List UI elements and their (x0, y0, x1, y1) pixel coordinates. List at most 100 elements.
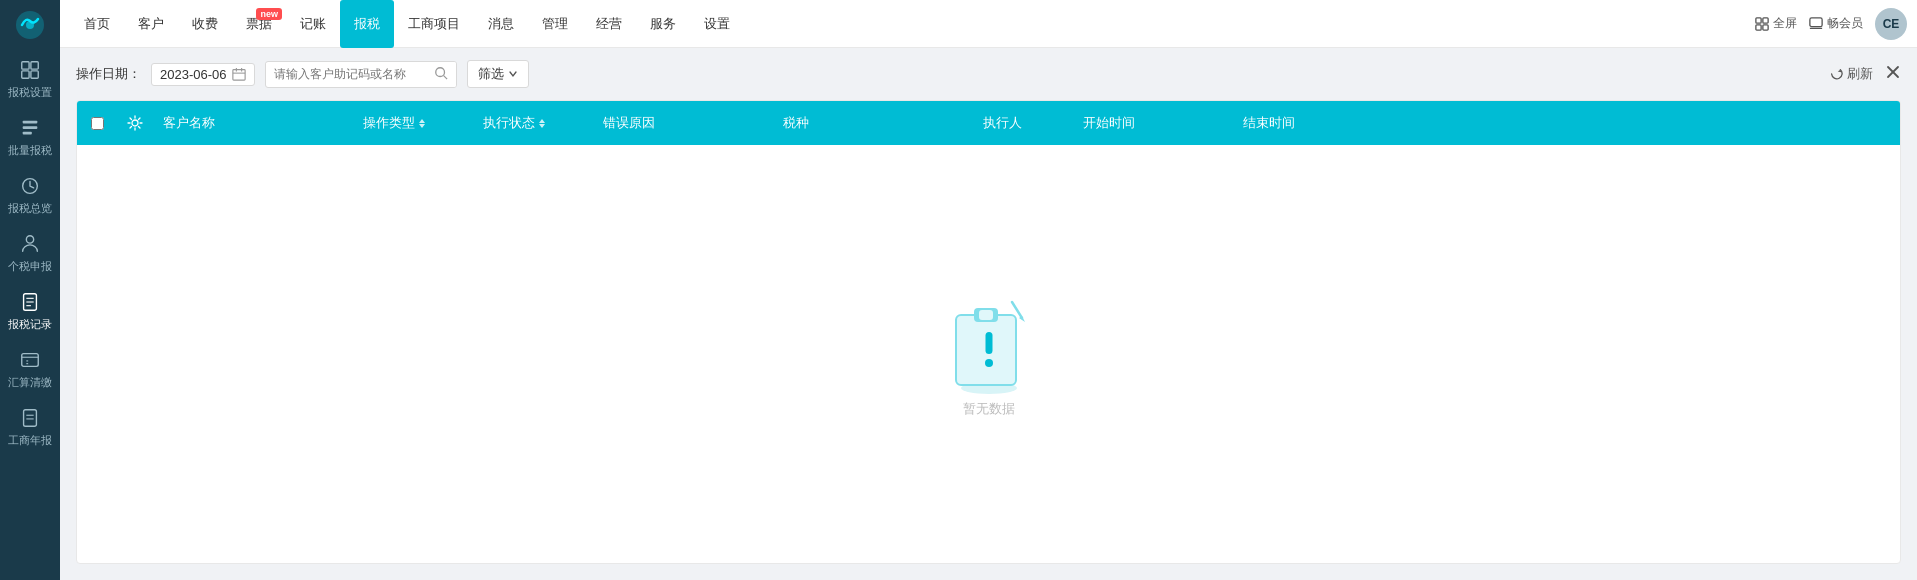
calendar-icon (232, 67, 246, 81)
filter-button[interactable]: 筛选 (467, 60, 529, 88)
svg-rect-8 (23, 132, 32, 135)
svg-rect-6 (23, 121, 38, 124)
topnav: 首页 客户 收费 票据 new 记账 报税 工商项目 消息 (60, 0, 1917, 48)
svg-point-1 (26, 21, 34, 29)
svg-rect-15 (22, 354, 39, 367)
user-avatar[interactable]: CE (1875, 8, 1907, 40)
empty-text: 暂无数据 (963, 400, 1015, 418)
svg-rect-22 (1756, 17, 1761, 22)
new-badge: new (256, 8, 282, 20)
table-header: 客户名称 操作类型 执行状态 错误原因 税种 执行人 (77, 101, 1900, 145)
search-button[interactable] (426, 62, 456, 87)
nav-message[interactable]: 消息 (474, 0, 528, 48)
empty-state: 暂无数据 (77, 145, 1900, 563)
settlement-icon (16, 348, 44, 372)
logo[interactable] (0, 0, 60, 50)
sidebar-item-personal-tax[interactable]: 个税申报 (0, 224, 60, 282)
nav-customer[interactable]: 客户 (124, 0, 178, 48)
tax-record-icon (16, 290, 44, 314)
filter-label: 筛选 (478, 65, 504, 83)
table-container: 客户名称 操作类型 执行状态 错误原因 税种 执行人 (76, 100, 1901, 564)
svg-rect-3 (31, 62, 38, 69)
annual-report-icon (16, 406, 44, 430)
svg-rect-25 (1763, 24, 1768, 29)
sidebar-item-batch-tax[interactable]: 批量报税 (0, 108, 60, 166)
nav-bookkeeping[interactable]: 记账 (286, 0, 340, 48)
th-end-time: 结束时间 (1233, 114, 1373, 132)
search-input[interactable] (266, 63, 426, 85)
th-gear[interactable] (117, 115, 153, 131)
refresh-button[interactable]: 刷新 (1829, 65, 1873, 83)
sidebar-item-tax-overview[interactable]: 报税总览 (0, 166, 60, 224)
nav-manage[interactable]: 管理 (528, 0, 582, 48)
sidebar-item-annual-report[interactable]: 工商年报 (0, 398, 60, 456)
user-initials: CE (1883, 17, 1900, 31)
nav-operation[interactable]: 经营 (582, 0, 636, 48)
svg-line-33 (443, 75, 447, 79)
svg-rect-40 (979, 310, 993, 320)
tax-settings-icon (16, 58, 44, 82)
sidebar-item-tax-record[interactable]: 报税记录 (0, 282, 60, 340)
chevron-down-icon (508, 69, 518, 79)
empty-illustration (934, 290, 1044, 400)
sidebar-label-tax-record: 报税记录 (8, 317, 52, 332)
th-customer-name: 客户名称 (153, 114, 353, 132)
svg-rect-24 (1756, 24, 1761, 29)
select-all-checkbox[interactable] (91, 117, 104, 130)
nav-service[interactable]: 服务 (636, 0, 690, 48)
sidebar-label-tax-overview: 报税总览 (8, 201, 52, 216)
search-icon (434, 66, 448, 80)
th-error-reason: 错误原因 (593, 114, 773, 132)
th-start-time: 开始时间 (1073, 114, 1233, 132)
nav-home[interactable]: 首页 (70, 0, 124, 48)
member-icon (1809, 17, 1823, 31)
nav-settings[interactable]: 设置 (690, 0, 744, 48)
svg-point-10 (26, 236, 33, 243)
svg-rect-7 (23, 126, 38, 129)
search-box (265, 61, 457, 88)
svg-point-36 (132, 120, 138, 126)
batch-tax-icon (16, 116, 44, 140)
sidebar: 报税设置 批量报税 报税总览 个税申报 (0, 0, 60, 580)
date-picker[interactable]: 2023-06-06 (151, 63, 255, 86)
sidebar-label-personal-tax: 个税申报 (8, 259, 52, 274)
svg-point-32 (435, 67, 444, 76)
svg-rect-41 (985, 332, 992, 354)
nav-items: 首页 客户 收费 票据 new 记账 报税 工商项目 消息 (70, 0, 1755, 48)
table-body: 暂无数据 (77, 145, 1900, 563)
member-button[interactable]: 畅会员 (1809, 15, 1863, 32)
sidebar-label-annual-report: 工商年报 (8, 433, 52, 448)
close-button[interactable] (1885, 64, 1901, 84)
th-operation-type[interactable]: 操作类型 (353, 114, 473, 132)
sidebar-label-tax-settings: 报税设置 (8, 85, 52, 100)
tax-overview-icon (16, 174, 44, 198)
svg-rect-4 (22, 71, 29, 78)
toolbar-right: 刷新 (1829, 64, 1901, 84)
toolbar: 操作日期： 2023-06-06 (60, 48, 1917, 100)
fullscreen-icon (1755, 17, 1769, 31)
refresh-label: 刷新 (1847, 65, 1873, 83)
nav-tax[interactable]: 报税 (340, 0, 394, 48)
th-checkbox[interactable] (77, 117, 117, 130)
fullscreen-button[interactable]: 全屏 (1755, 15, 1797, 32)
nav-fee[interactable]: 收费 (178, 0, 232, 48)
sidebar-label-settlement: 汇算清缴 (8, 375, 52, 390)
close-icon (1885, 64, 1901, 80)
sort-execution-status-icon (539, 119, 545, 128)
svg-point-42 (985, 359, 993, 367)
sidebar-item-tax-settings[interactable]: 报税设置 (0, 50, 60, 108)
main-container: 首页 客户 收费 票据 new 记账 报税 工商项目 消息 (60, 0, 1917, 580)
personal-tax-icon (16, 232, 44, 256)
refresh-icon (1829, 67, 1843, 81)
th-executor: 执行人 (973, 114, 1073, 132)
nav-ticket[interactable]: 票据 new (232, 0, 286, 48)
sort-operation-type-icon (419, 119, 425, 128)
sidebar-item-settlement[interactable]: 汇算清缴 (0, 340, 60, 398)
th-execution-status[interactable]: 执行状态 (473, 114, 593, 132)
svg-rect-23 (1763, 17, 1768, 22)
nav-business[interactable]: 工商项目 (394, 0, 474, 48)
topnav-right: 全屏 畅会员 CE (1755, 8, 1907, 40)
th-tax-type: 税种 (773, 114, 973, 132)
svg-rect-28 (232, 70, 244, 81)
date-label: 操作日期： (76, 65, 141, 83)
